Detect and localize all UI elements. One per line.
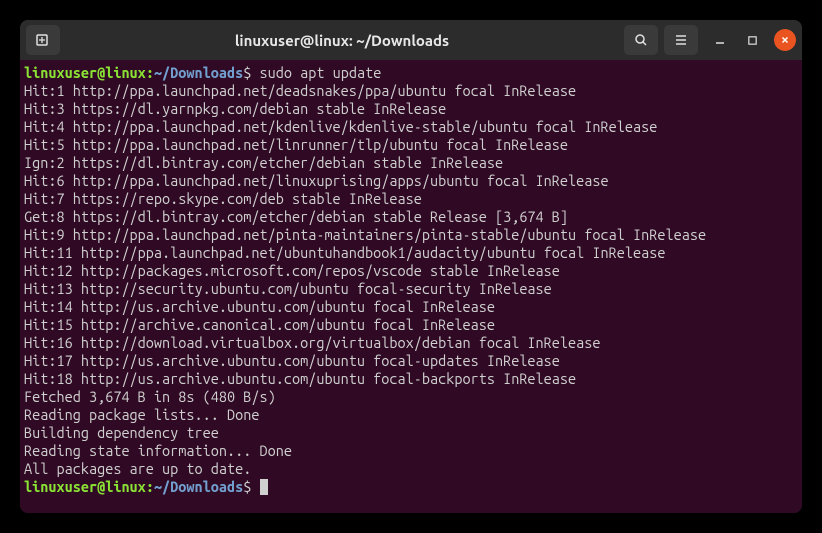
new-tab-button[interactable] [26, 25, 60, 55]
prompt-user-2: linuxuser@linux [24, 478, 146, 495]
titlebar: linuxuser@linux: ~/Downloads [20, 20, 802, 60]
maximize-button[interactable] [742, 30, 762, 50]
prompt-path: ~/Downloads [154, 64, 243, 81]
prompt-user: linuxuser@linux [24, 64, 146, 81]
terminal-body[interactable]: linuxuser@linux:~/Downloads$ sudo apt up… [20, 60, 802, 513]
cursor [260, 479, 268, 495]
output-lines: Hit:1 http://ppa.launchpad.net/deadsnake… [24, 82, 706, 477]
minimize-button[interactable] [710, 30, 730, 50]
close-button[interactable] [774, 29, 796, 51]
window-title: linuxuser@linux: ~/Downloads [66, 32, 618, 49]
prompt-path-2: ~/Downloads [154, 478, 243, 495]
terminal-window: linuxuser@linux: ~/Downloads linuxuser@l… [20, 20, 802, 513]
prompt-sep-2: : [146, 478, 154, 495]
prompt-symbol: $ [243, 64, 251, 81]
prompt-sep: : [146, 64, 154, 81]
window-controls [710, 29, 796, 51]
search-button[interactable] [624, 25, 658, 55]
menu-button[interactable] [664, 25, 698, 55]
command-text: sudo apt update [260, 64, 382, 81]
prompt-symbol-2: $ [243, 478, 251, 495]
